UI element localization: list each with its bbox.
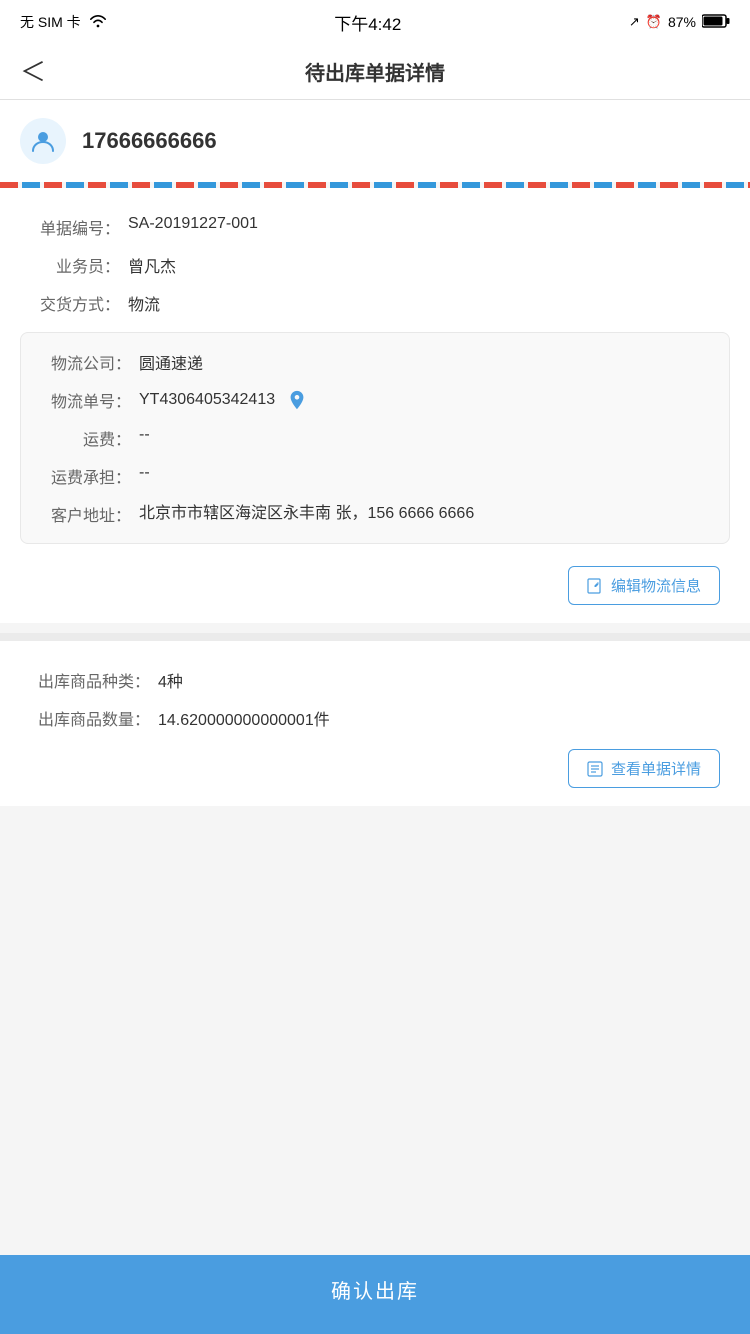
page-title: 待出库单据详情 bbox=[305, 57, 445, 86]
bottom-spacer bbox=[0, 816, 750, 976]
order-no-label: 单据编号： bbox=[30, 215, 120, 239]
battery-icon bbox=[702, 14, 730, 31]
view-detail-btn-wrap: 查看单据详情 bbox=[0, 737, 750, 796]
nav-bar: ＜ 待出库单据详情 bbox=[0, 44, 750, 100]
salesman-value: 曾凡杰 bbox=[128, 253, 720, 277]
order-info-section: 单据编号： SA-20191227-001 业务员： 曾凡杰 交货方式： 物流 … bbox=[0, 188, 750, 623]
freight-value: -- bbox=[139, 426, 709, 444]
back-button[interactable]: ＜ bbox=[20, 59, 56, 85]
status-right: ↗ ⏰ 87% bbox=[629, 14, 730, 31]
goods-quantity-label: 出库商品数量： bbox=[30, 706, 150, 730]
customer-phone: 17666666666 bbox=[82, 128, 217, 154]
goods-quantity-value: 14.620000000000001件 bbox=[158, 706, 720, 730]
salesman-label: 业务员： bbox=[30, 253, 120, 277]
carrier-label: 无 SIM 卡 bbox=[20, 12, 81, 32]
goods-quantity-row: 出库商品数量： 14.620000000000001件 bbox=[0, 699, 750, 737]
logistics-company-row: 物流公司： 圆通速递 bbox=[21, 343, 729, 381]
customer-header: 17666666666 bbox=[0, 100, 750, 182]
address-row: 客户地址： 北京市市辖区海淀区永丰南 张，156 6666 6666 bbox=[21, 495, 729, 533]
status-bar: 无 SIM 卡 下午4:42 ↗ ⏰ 87% bbox=[0, 0, 750, 44]
order-no-value: SA-20191227-001 bbox=[128, 215, 720, 233]
order-no-row: 单据编号： SA-20191227-001 bbox=[0, 208, 750, 246]
wifi-icon bbox=[89, 14, 107, 31]
avatar bbox=[20, 118, 66, 164]
location-pin-icon[interactable] bbox=[285, 388, 309, 412]
freight-bearer-value: -- bbox=[139, 464, 709, 482]
goods-types-row: 出库商品种类： 4种 bbox=[0, 661, 750, 699]
goods-types-label: 出库商品种类： bbox=[30, 668, 150, 692]
freight-row: 运费： -- bbox=[21, 419, 729, 457]
logistics-tracking-value: YT4306405342413 bbox=[139, 388, 709, 412]
alarm-icon: ⏰ bbox=[646, 14, 662, 30]
edit-logistics-btn-wrap: 编辑物流信息 bbox=[0, 554, 750, 613]
view-detail-button[interactable]: 查看单据详情 bbox=[568, 749, 720, 788]
salesman-row: 业务员： 曾凡杰 bbox=[0, 246, 750, 284]
edit-logistics-button[interactable]: 编辑物流信息 bbox=[568, 566, 720, 605]
logistics-card: 物流公司： 圆通速递 物流单号： YT4306405342413 运费： -- … bbox=[20, 332, 730, 544]
status-time: 下午4:42 bbox=[334, 10, 401, 35]
logistics-tracking-row: 物流单号： YT4306405342413 bbox=[21, 381, 729, 419]
logistics-company-label: 物流公司： bbox=[41, 350, 131, 374]
address-label: 客户地址： bbox=[41, 502, 131, 526]
gps-icon: ↗ bbox=[629, 14, 640, 30]
address-value: 北京市市辖区海淀区永丰南 张，156 6666 6666 bbox=[139, 502, 709, 526]
freight-label: 运费： bbox=[41, 426, 131, 450]
section-separator-1 bbox=[0, 633, 750, 641]
battery-label: 87% bbox=[668, 14, 696, 30]
goods-section: 出库商品种类： 4种 出库商品数量： 14.620000000000001件 查… bbox=[0, 641, 750, 806]
confirm-button-wrap: 确认出库 bbox=[0, 1255, 750, 1334]
delivery-row: 交货方式： 物流 bbox=[0, 284, 750, 322]
delivery-value: 物流 bbox=[128, 291, 720, 315]
logistics-tracking-label: 物流单号： bbox=[41, 388, 131, 412]
status-left: 无 SIM 卡 bbox=[20, 12, 107, 32]
list-icon bbox=[587, 761, 603, 777]
goods-types-value: 4种 bbox=[158, 668, 720, 692]
freight-bearer-label: 运费承担： bbox=[41, 464, 131, 488]
freight-bearer-row: 运费承担： -- bbox=[21, 457, 729, 495]
logistics-company-value: 圆通速递 bbox=[139, 350, 709, 374]
confirm-outbound-button[interactable]: 确认出库 bbox=[30, 1275, 720, 1304]
delivery-label: 交货方式： bbox=[30, 291, 120, 315]
edit-icon bbox=[587, 578, 603, 594]
